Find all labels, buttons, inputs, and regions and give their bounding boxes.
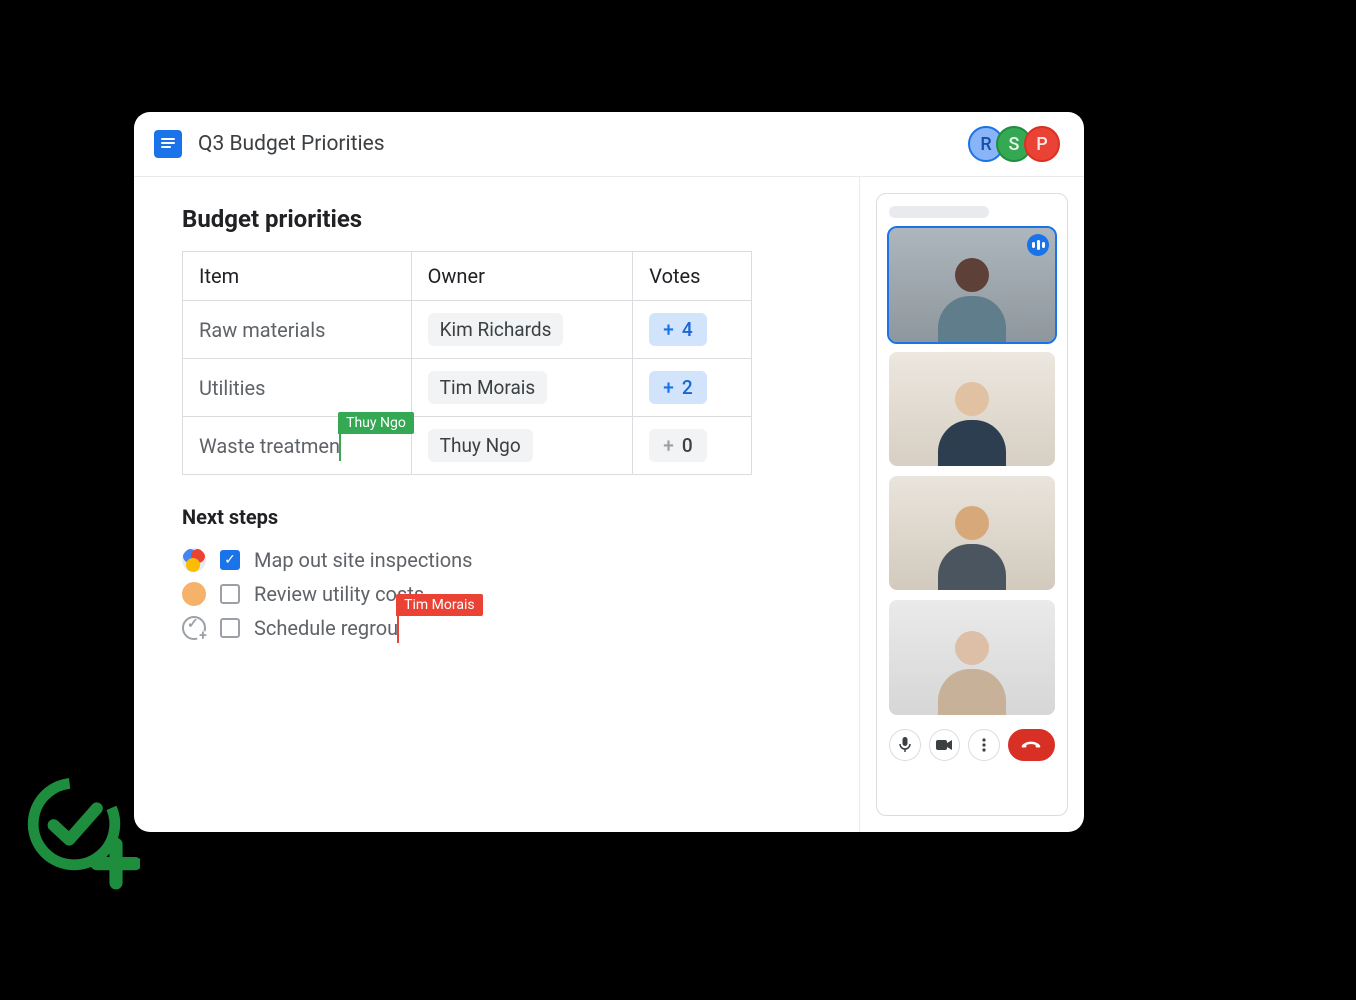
table-row: Waste treatmen Thuy Ngo Thuy Ngo +0 (183, 417, 752, 475)
section-title-budget: Budget priorities (182, 205, 811, 233)
assign-add-icon[interactable] (182, 616, 206, 640)
col-votes: Votes (633, 252, 752, 301)
owner-chip[interactable]: Kim Richards (428, 313, 564, 346)
checkbox[interactable] (220, 618, 240, 638)
list-item: Review utility costs (182, 577, 811, 611)
checkbox[interactable]: ✓ (220, 550, 240, 570)
camera-button[interactable] (929, 729, 961, 761)
video-tile[interactable] (889, 476, 1055, 590)
list-item: Schedule regrou Tim Morais (182, 611, 811, 645)
document-title[interactable]: Q3 Budget Priorities (198, 132, 385, 156)
collab-cursor-label: Tim Morais (396, 594, 482, 616)
task-check-badge-icon (20, 770, 140, 890)
more-button[interactable] (968, 729, 1000, 761)
list-item: ✓ Map out site inspections (182, 543, 811, 577)
hangup-icon (1021, 739, 1041, 751)
vote-chip[interactable]: +2 (649, 371, 706, 404)
camera-icon (936, 739, 952, 751)
cell-owner[interactable]: Thuy Ngo (411, 417, 633, 475)
owner-chip[interactable]: Tim Morais (428, 371, 548, 404)
hangup-button[interactable] (1008, 729, 1055, 761)
video-tile[interactable] (889, 352, 1055, 466)
docs-icon (154, 130, 182, 158)
owner-chip[interactable]: Thuy Ngo (428, 429, 533, 462)
collab-cursor (397, 613, 399, 643)
collaborator-avatar[interactable]: P (1024, 126, 1060, 162)
cell-item[interactable]: Raw materials (183, 301, 412, 359)
budget-table: Item Owner Votes Raw materials Kim Richa… (182, 251, 752, 475)
table-row: Raw materials Kim Richards +4 (183, 301, 752, 359)
speaking-icon (1027, 234, 1049, 256)
checkbox[interactable] (220, 584, 240, 604)
video-tile[interactable] (889, 228, 1055, 342)
meet-sidebar (860, 177, 1084, 832)
col-item: Item (183, 252, 412, 301)
collaborator-avatars: R S P (976, 126, 1060, 162)
task-text[interactable]: Schedule regrou Tim Morais (254, 616, 398, 640)
mic-icon (899, 737, 911, 753)
collab-cursor (339, 431, 341, 461)
cell-item[interactable]: Utilities (183, 359, 412, 417)
meet-panel (876, 193, 1068, 816)
more-icon (982, 738, 986, 752)
assignee-icon[interactable] (182, 582, 206, 606)
mic-button[interactable] (889, 729, 921, 761)
next-steps-list: ✓ Map out site inspections Review utilit… (182, 543, 811, 645)
plus-icon: + (663, 434, 674, 457)
cell-owner[interactable]: Kim Richards (411, 301, 633, 359)
meet-controls (889, 729, 1055, 761)
plus-icon: + (663, 318, 674, 341)
plus-icon: + (663, 376, 674, 399)
vote-chip[interactable]: +4 (649, 313, 706, 346)
document-window: Q3 Budget Priorities R S P Budget priori… (134, 112, 1084, 832)
cell-item[interactable]: Waste treatmen Thuy Ngo (183, 417, 412, 475)
header: Q3 Budget Priorities R S P (134, 112, 1084, 177)
cell-owner[interactable]: Tim Morais (411, 359, 633, 417)
table-row: Utilities Tim Morais +2 (183, 359, 752, 417)
collab-cursor-label: Thuy Ngo (338, 412, 414, 434)
task-text[interactable]: Map out site inspections (254, 548, 472, 572)
vote-chip[interactable]: +0 (649, 429, 706, 462)
cell-votes[interactable]: +0 (633, 417, 752, 475)
cell-votes[interactable]: +4 (633, 301, 752, 359)
video-tile[interactable] (889, 600, 1055, 714)
col-owner: Owner (411, 252, 633, 301)
section-title-next-steps: Next steps (182, 505, 811, 529)
document-body[interactable]: Budget priorities Item Owner Votes Raw m… (134, 177, 860, 832)
assignee-icon[interactable] (182, 548, 206, 572)
meet-title-placeholder (889, 206, 989, 218)
cell-votes[interactable]: +2 (633, 359, 752, 417)
